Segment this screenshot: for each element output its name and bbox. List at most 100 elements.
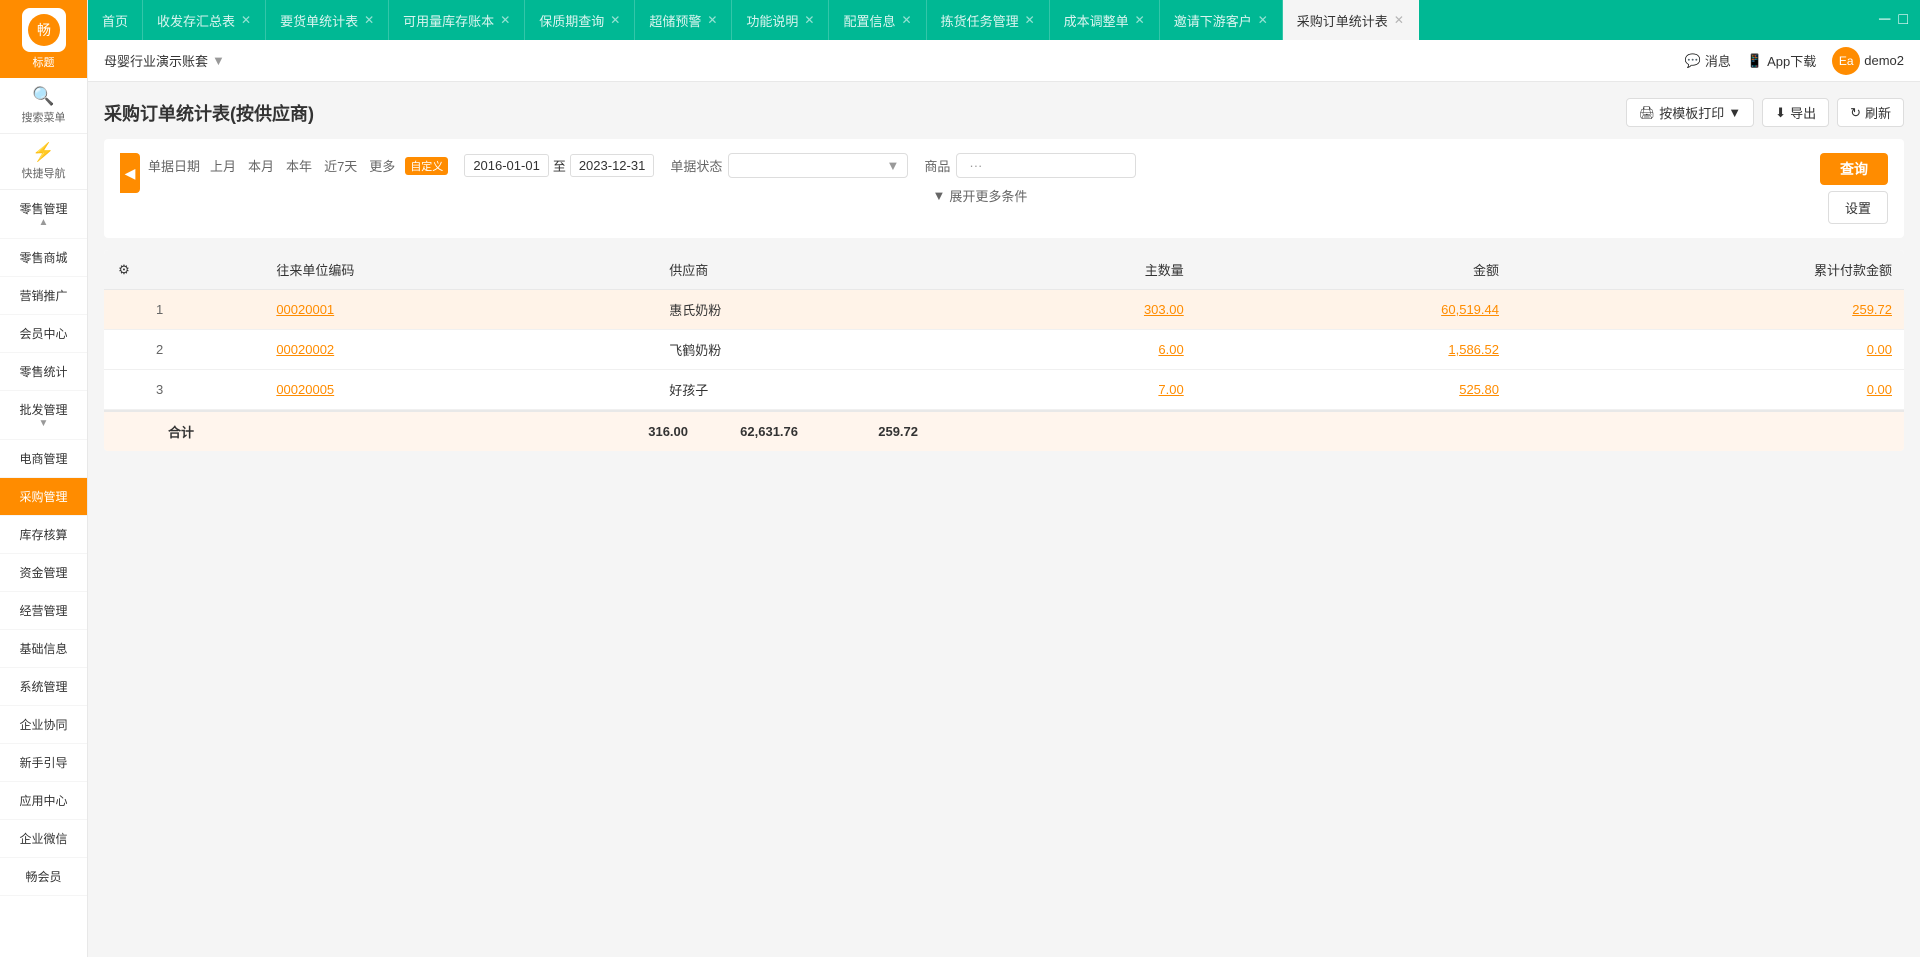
tab-config[interactable]: 配置信息 ✕ <box>829 0 926 40</box>
row-code: 00020002 <box>264 330 657 370</box>
date-shortcut-more[interactable]: 更多 <box>365 154 399 177</box>
tab-cost-adjust[interactable]: 成本调整单 ✕ <box>1050 0 1160 40</box>
tab-available-stock-close[interactable]: ✕ <box>500 13 510 27</box>
sidebar-item-system[interactable]: 系统管理 <box>0 668 87 706</box>
tab-pick-task[interactable]: 拣货任务管理 ✕ <box>927 0 1050 40</box>
footer-label: 合计 <box>168 422 578 441</box>
tab-pick-task-close[interactable]: ✕ <box>1025 13 1035 27</box>
sidebar-item-app-center[interactable]: 应用中心 <box>0 782 87 820</box>
logo-text: 标题 <box>33 54 55 70</box>
collapse-filter-button[interactable]: ◀ <box>120 153 140 193</box>
sidebar-item-marketing[interactable]: 营销推广 <box>0 277 87 315</box>
tab-function-desc[interactable]: 功能说明 ✕ <box>732 0 829 40</box>
date-from[interactable]: 2016-01-01 <box>464 154 549 177</box>
date-shortcut-7days[interactable]: 近7天 <box>320 154 361 177</box>
filter-actions: 查询 设置 <box>1820 153 1888 224</box>
tab-expiry[interactable]: 保质期查询 ✕ <box>525 0 635 40</box>
maximize-button[interactable]: □ <box>1898 11 1908 29</box>
industry-dropdown[interactable]: 母婴行业演示账套 ▼ <box>104 51 225 70</box>
shortcut-nav-item[interactable]: ⚡ 快捷导航 <box>0 134 87 190</box>
sidebar-item-basic[interactable]: 基础信息 <box>0 630 87 668</box>
expand-more-button[interactable]: ▼ 展开更多条件 <box>933 186 1028 205</box>
row-amount: 525.80 <box>1196 370 1511 410</box>
sidebar-item-inventory[interactable]: 库存核算 <box>0 516 87 554</box>
date-to[interactable]: 2023-12-31 <box>570 154 655 177</box>
tab-receive-close[interactable]: ✕ <box>241 13 251 27</box>
export-icon: ⬇ <box>1775 105 1786 121</box>
refresh-icon: ↻ <box>1850 105 1861 121</box>
sidebar-item-guide[interactable]: 新手引导 <box>0 744 87 782</box>
search-menu-label: 搜索菜单 <box>22 109 66 125</box>
table-row[interactable]: 3 00020005 好孩子 7.00 525.80 0.00 <box>104 370 1904 410</box>
date-shortcut-last-month[interactable]: 上月 <box>206 154 240 177</box>
sidebar-item-member[interactable]: 会员中心 <box>0 315 87 353</box>
tab-home[interactable]: 首页 <box>88 0 143 40</box>
tab-overstock-close[interactable]: ✕ <box>707 13 717 27</box>
shortcut-nav-label: 快捷导航 <box>22 165 66 181</box>
tab-invite-downstream[interactable]: 邀请下游客户 ✕ <box>1160 0 1283 40</box>
status-select-arrow: ▼ <box>886 158 899 173</box>
row-code-link[interactable]: 00020001 <box>276 302 334 317</box>
sidebar-item-business[interactable]: 经营管理 <box>0 592 87 630</box>
tab-expiry-close[interactable]: ✕ <box>610 13 620 27</box>
sidebar-item-vip[interactable]: 畅会员 <box>0 858 87 896</box>
topnav-actions: ─ □ <box>1867 11 1920 29</box>
sidebar-item-retail-stat[interactable]: 零售统计 <box>0 353 87 391</box>
print-button[interactable]: 🖨 按模板打印 ▼ <box>1626 98 1754 127</box>
user-menu[interactable]: Ea demo2 <box>1832 47 1904 75</box>
main-area: 首页 收发存汇总表 ✕ 要货单统计表 ✕ 可用量库存账本 ✕ 保质期查询 ✕ 超… <box>88 0 1920 957</box>
sidebar-item-retail[interactable]: 零售管理 ▲ <box>0 190 87 239</box>
sidebar-item-ecommerce[interactable]: 电商管理 <box>0 440 87 478</box>
header-right-actions: 💬 消息 📱 App下载 Ea demo2 <box>1685 47 1904 75</box>
filter-main: 单据日期 上月 本月 本年 近7天 更多 自定义 <box>148 153 1812 205</box>
sidebar-item-wechat[interactable]: 企业微信 <box>0 820 87 858</box>
settings-button[interactable]: 设置 <box>1828 191 1888 224</box>
search-menu-item[interactable]: 🔍 搜索菜单 <box>0 78 87 134</box>
status-select[interactable]: ▼ <box>728 153 908 178</box>
query-button[interactable]: 查询 <box>1820 153 1888 185</box>
date-shortcut-this-month[interactable]: 本月 <box>244 154 278 177</box>
table-row[interactable]: 1 00020001 惠氏奶粉 303.00 60,519.44 259.72 <box>104 290 1904 330</box>
table-footer: 合计 316.00 62,631.76 259.72 <box>104 410 1904 451</box>
sidebar-item-enterprise[interactable]: 企业协同 <box>0 706 87 744</box>
th-supplier: 供应商 <box>657 250 950 290</box>
row-supplier: 惠氏奶粉 <box>657 290 950 330</box>
minimize-button[interactable]: ─ <box>1879 11 1890 29</box>
row-code-link[interactable]: 00020005 <box>276 382 334 397</box>
goods-input[interactable]: ··· <box>956 153 1136 178</box>
app-download-button[interactable]: 📱 App下载 <box>1747 51 1816 70</box>
tab-order-stat-close[interactable]: ✕ <box>364 13 374 27</box>
th-code: 往来单位编码 <box>264 250 657 290</box>
tab-purchase-stat-close[interactable]: ✕ <box>1394 13 1404 27</box>
custom-date-badge: 自定义 <box>405 157 448 175</box>
tab-available-stock[interactable]: 可用量库存账本 ✕ <box>389 0 525 40</box>
th-amount: 金额 <box>1196 250 1511 290</box>
sidebar-item-wholesale[interactable]: 批发管理 ▼ <box>0 391 87 440</box>
sidebar-logo[interactable]: 畅 标题 <box>0 0 87 78</box>
export-button[interactable]: ⬇ 导出 <box>1762 98 1829 127</box>
refresh-button[interactable]: ↻ 刷新 <box>1837 98 1904 127</box>
sidebar-item-purchase[interactable]: 采购管理 <box>0 478 87 516</box>
tab-receive-label: 收发存汇总表 <box>157 11 235 30</box>
sidebar-item-retail-shop[interactable]: 零售商城 <box>0 239 87 277</box>
sidebar-item-finance[interactable]: 资金管理 <box>0 554 87 592</box>
date-shortcuts: 上月 本月 本年 近7天 更多 <box>206 154 399 177</box>
row-code-link[interactable]: 00020002 <box>276 342 334 357</box>
tab-purchase-stat[interactable]: 采购订单统计表 ✕ <box>1283 0 1419 40</box>
message-button[interactable]: 💬 消息 <box>1685 51 1731 70</box>
row-paid: 0.00 <box>1511 370 1904 410</box>
tab-order-stat[interactable]: 要货单统计表 ✕ <box>266 0 389 40</box>
column-gear-icon[interactable]: ⚙ <box>118 262 130 277</box>
row-num: 2 <box>144 330 264 370</box>
row-paid: 259.72 <box>1511 290 1904 330</box>
date-shortcut-this-year[interactable]: 本年 <box>282 154 316 177</box>
tab-cost-adjust-close[interactable]: ✕ <box>1135 13 1145 27</box>
tab-invite-downstream-close[interactable]: ✕ <box>1258 13 1268 27</box>
tab-config-close[interactable]: ✕ <box>902 13 912 27</box>
tab-function-desc-close[interactable]: ✕ <box>804 13 814 27</box>
tab-pick-task-label: 拣货任务管理 <box>941 11 1019 30</box>
table-row[interactable]: 2 00020002 飞鹤奶粉 6.00 1,586.52 0.00 <box>104 330 1904 370</box>
tab-overstock[interactable]: 超储预警 ✕ <box>635 0 732 40</box>
row-num: 1 <box>144 290 264 330</box>
tab-receive[interactable]: 收发存汇总表 ✕ <box>143 0 266 40</box>
